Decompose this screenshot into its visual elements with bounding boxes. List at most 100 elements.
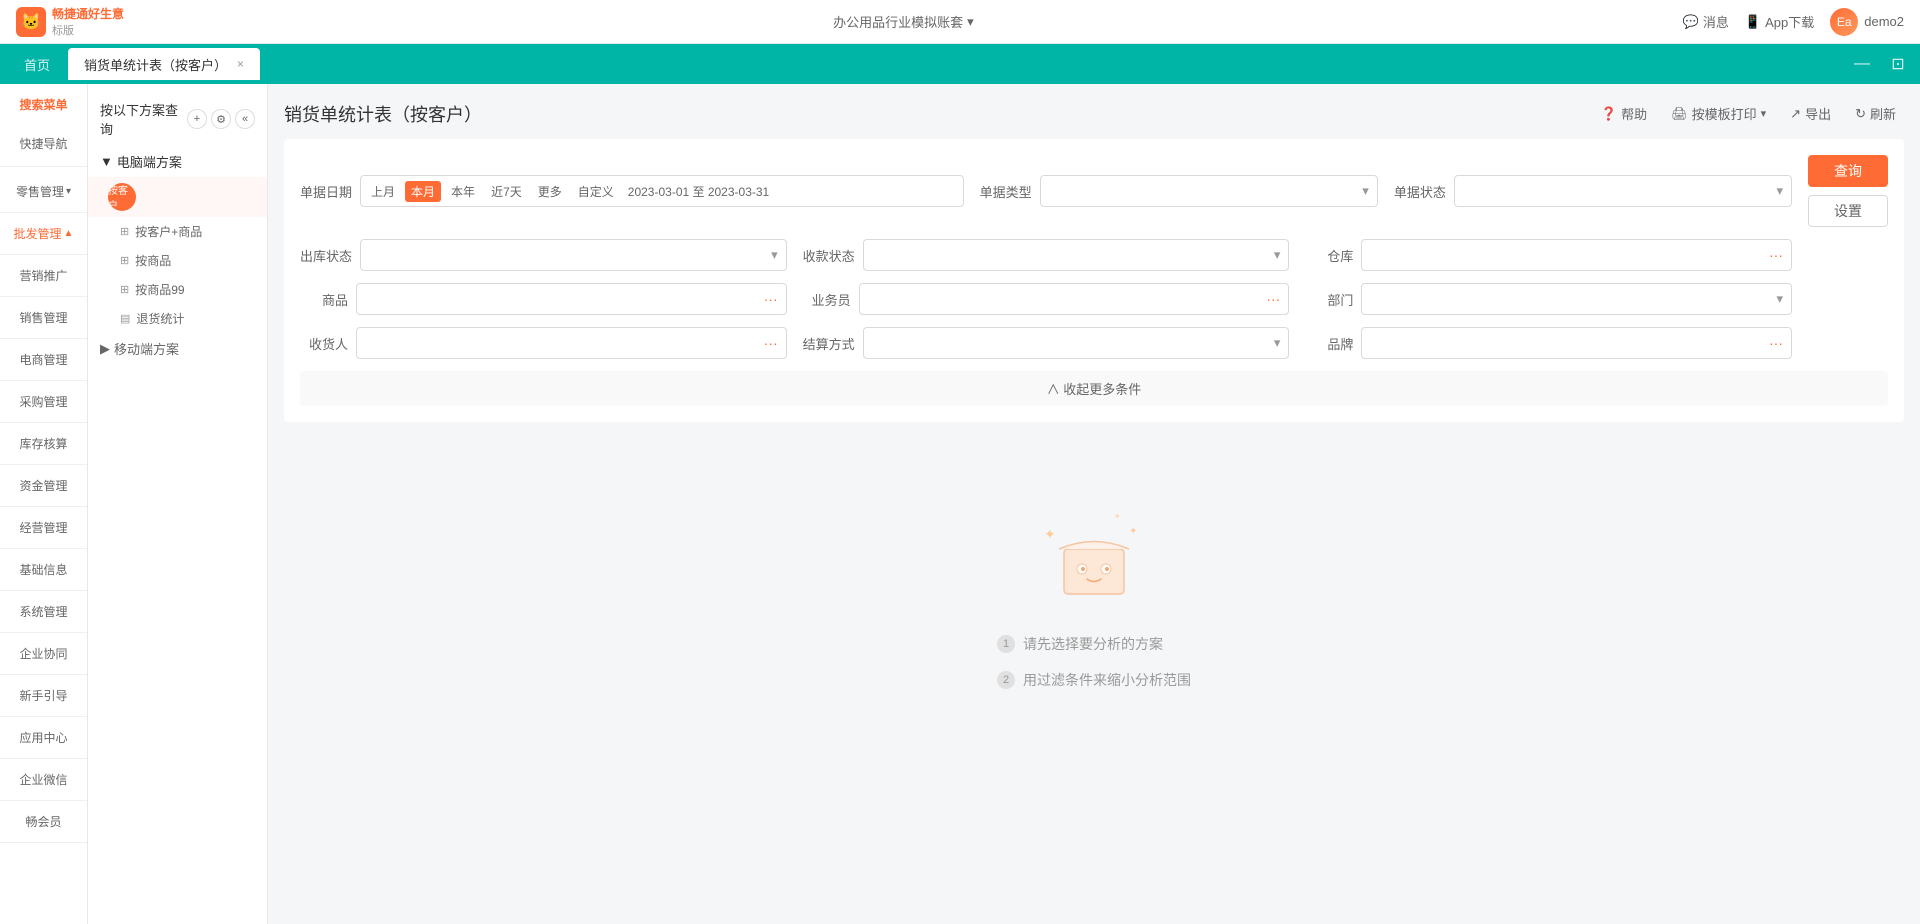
- tree-item-by-customer[interactable]: 按客户: [88, 177, 267, 217]
- warehouse-control[interactable]: ···: [1361, 239, 1792, 271]
- filter-salesperson: 业务员 ···: [803, 283, 1290, 315]
- sidebar-item-basic[interactable]: 基础信息: [0, 549, 87, 591]
- sidebar-item-apps[interactable]: 应用中心: [0, 717, 87, 759]
- receiver-label: 收货人: [300, 334, 348, 353]
- tree-item-by-goods[interactable]: ⊞ 按商品: [88, 246, 267, 275]
- filter-receiver: 收货人 ···: [300, 327, 787, 359]
- chevron-down-icon[interactable]: ▾: [967, 14, 974, 30]
- filter-row-2: 出库状态 ▾ 收款状态 ▾ 仓库: [300, 239, 1888, 271]
- top-bar: 🐱 畅捷通好生意 标版 办公用品行业模拟账套 ▾ 💬 消息 📱 App下载 Ea…: [0, 0, 1920, 44]
- query-button[interactable]: 查询: [1808, 155, 1888, 187]
- sidebar-item-wechat[interactable]: 企业微信: [0, 759, 87, 801]
- filter-panel: 单据日期 上月 本月 本年 近7天 更多 自定义 2023-03-01 至 20…: [284, 139, 1904, 422]
- sidebar-item-collab[interactable]: 企业协同: [0, 633, 87, 675]
- filter-warehouse: 仓库 ···: [1305, 239, 1792, 271]
- filter-goods: 商品 ···: [300, 283, 787, 315]
- salesperson-control[interactable]: ···: [859, 283, 1290, 315]
- tree-item-by-goods99[interactable]: ⊞ 按商品99: [88, 275, 267, 304]
- scheme-settings-button[interactable]: ⚙: [211, 109, 231, 129]
- add-scheme-button[interactable]: +: [187, 109, 207, 129]
- chevron-down-icon: ▾: [1776, 291, 1783, 307]
- more-btn[interactable]: 更多: [532, 181, 568, 202]
- print-button[interactable]: 🖨 按模板打印 ▾: [1663, 100, 1774, 127]
- tab-home[interactable]: 首页: [8, 48, 66, 80]
- collect-status-control[interactable]: ▾: [863, 239, 1290, 271]
- department-control[interactable]: ▾: [1361, 283, 1792, 315]
- help-button[interactable]: ❓ 帮助: [1593, 100, 1655, 127]
- chevron-down-icon: ▾: [771, 247, 778, 263]
- filter-collect-status: 收款状态 ▾: [803, 239, 1290, 271]
- filter-department: 部门 ▾: [1305, 283, 1792, 315]
- date-range-control[interactable]: 上月 本月 本年 近7天 更多 自定义 2023-03-01 至 2023-03…: [360, 175, 964, 207]
- tab-report[interactable]: 销货单统计表（按客户） ×: [68, 48, 260, 80]
- receiver-control[interactable]: ···: [356, 327, 787, 359]
- doc-type-control[interactable]: ▾: [1040, 175, 1378, 207]
- filter-date: 单据日期 上月 本月 本年 近7天 更多 自定义 2023-03-01 至 20…: [300, 175, 964, 207]
- sidebar-item-retail[interactable]: 零售管理 ▾: [0, 171, 87, 213]
- tree-group-desktop[interactable]: ▼ 电脑端方案: [88, 146, 267, 177]
- sidebar-item-inventory[interactable]: 库存核算: [0, 423, 87, 465]
- date-range-text: 2023-03-01 至 2023-03-31: [624, 183, 773, 200]
- goods-control[interactable]: ···: [356, 283, 787, 315]
- chevron-down-icon: ▾: [1776, 183, 1783, 199]
- left-panel: 按以下方案查询 + ⚙ « ▼ 电脑端方案 按客户 ⊞ 按客户+商品 ⊞ 按商品…: [88, 84, 268, 924]
- sidebar-item-system[interactable]: 系统管理: [0, 591, 87, 633]
- collapse-panel-button[interactable]: «: [235, 109, 255, 129]
- export-button[interactable]: ↗ 导出: [1782, 100, 1839, 127]
- sidebar-item-purchase[interactable]: 采购管理: [0, 381, 87, 423]
- tree-group-mobile[interactable]: ▶ 移动端方案: [88, 333, 267, 364]
- sidebar-search[interactable]: 搜索菜单: [0, 84, 87, 125]
- more-options-icon: ···: [1769, 335, 1783, 351]
- tree-item-return-stats[interactable]: ▤ 退货统计: [88, 304, 267, 333]
- sidebar-item-marketing[interactable]: 营销推广: [0, 255, 87, 297]
- top-bar-left: 🐱 畅捷通好生意 标版: [16, 5, 124, 38]
- settlement-label: 结算方式: [803, 334, 855, 353]
- tab-restore-button[interactable]: ⊡: [1884, 50, 1912, 78]
- tree-item-customer-goods[interactable]: ⊞ 按客户+商品: [88, 217, 267, 246]
- custom-btn[interactable]: 自定义: [572, 181, 620, 202]
- help-icon: ❓: [1601, 106, 1617, 122]
- sidebar-item-operation[interactable]: 经营管理: [0, 507, 87, 549]
- tab-minimize-button[interactable]: —: [1848, 50, 1876, 78]
- refresh-button[interactable]: ↻ 刷新: [1847, 100, 1904, 127]
- sidebar-item-guide[interactable]: 新手引导: [0, 675, 87, 717]
- brand-label: 品牌: [1305, 334, 1353, 353]
- sidebar-item-ecommerce[interactable]: 电商管理: [0, 339, 87, 381]
- svg-text:✦: ✦: [1129, 526, 1137, 537]
- app-download-button[interactable]: 📱 App下载: [1745, 12, 1814, 31]
- brand-control[interactable]: ···: [1361, 327, 1792, 359]
- this-month-btn[interactable]: 本月: [405, 181, 441, 202]
- salesperson-label: 业务员: [803, 290, 851, 309]
- goods-label: 商品: [300, 290, 348, 309]
- sidebar: 搜索菜单 快捷导航 零售管理 ▾ 批发管理 ▲ 营销推广 销售管理 电商管理 采…: [0, 84, 88, 924]
- active-indicator: 按客户: [108, 183, 136, 211]
- doc-status-label: 单据状态: [1394, 182, 1446, 201]
- settlement-control[interactable]: ▾: [863, 327, 1290, 359]
- logo-text: 畅捷通好生意 标版: [52, 5, 124, 38]
- collect-status-label: 收款状态: [803, 246, 855, 265]
- more-options-icon: ···: [1266, 291, 1280, 307]
- sidebar-item-member[interactable]: 畅会员: [0, 801, 87, 843]
- last-month-btn[interactable]: 上月: [365, 181, 401, 202]
- sidebar-item-finance[interactable]: 资金管理: [0, 465, 87, 507]
- query-btn-group: 查询 设置: [1808, 155, 1888, 227]
- this-year-btn[interactable]: 本年: [445, 181, 481, 202]
- recent7-btn[interactable]: 近7天: [485, 181, 528, 202]
- sidebar-quick-nav[interactable]: 快捷导航: [0, 125, 87, 162]
- collapse-conditions-button[interactable]: ∧ 收起更多条件: [300, 371, 1888, 406]
- date-label: 单据日期: [300, 182, 352, 201]
- empty-tips: 1 请先选择要分析的方案 2 用过滤条件来缩小分析范围: [997, 630, 1191, 694]
- sidebar-item-wholesale[interactable]: 批发管理 ▲: [0, 213, 87, 255]
- user-area[interactable]: Ea demo2: [1830, 8, 1904, 36]
- doc-status-control[interactable]: ▾: [1454, 175, 1792, 207]
- filter-row-1: 单据日期 上月 本月 本年 近7天 更多 自定义 2023-03-01 至 20…: [300, 155, 1888, 227]
- empty-state: ✦ ✦ ✦ 1 请先选择要分析的方案 2 用过滤条件来缩小分析范围: [284, 434, 1904, 754]
- tab-close-button[interactable]: ×: [237, 57, 244, 71]
- tip-1: 1 请先选择要分析的方案: [997, 630, 1191, 658]
- settings-button[interactable]: 设置: [1808, 195, 1888, 227]
- more-options-icon: ···: [764, 291, 778, 307]
- warehouse-label: 仓库: [1305, 246, 1353, 265]
- sidebar-item-sales[interactable]: 销售管理: [0, 297, 87, 339]
- message-button[interactable]: 💬 消息: [1683, 12, 1729, 31]
- out-status-control[interactable]: ▾: [360, 239, 787, 271]
